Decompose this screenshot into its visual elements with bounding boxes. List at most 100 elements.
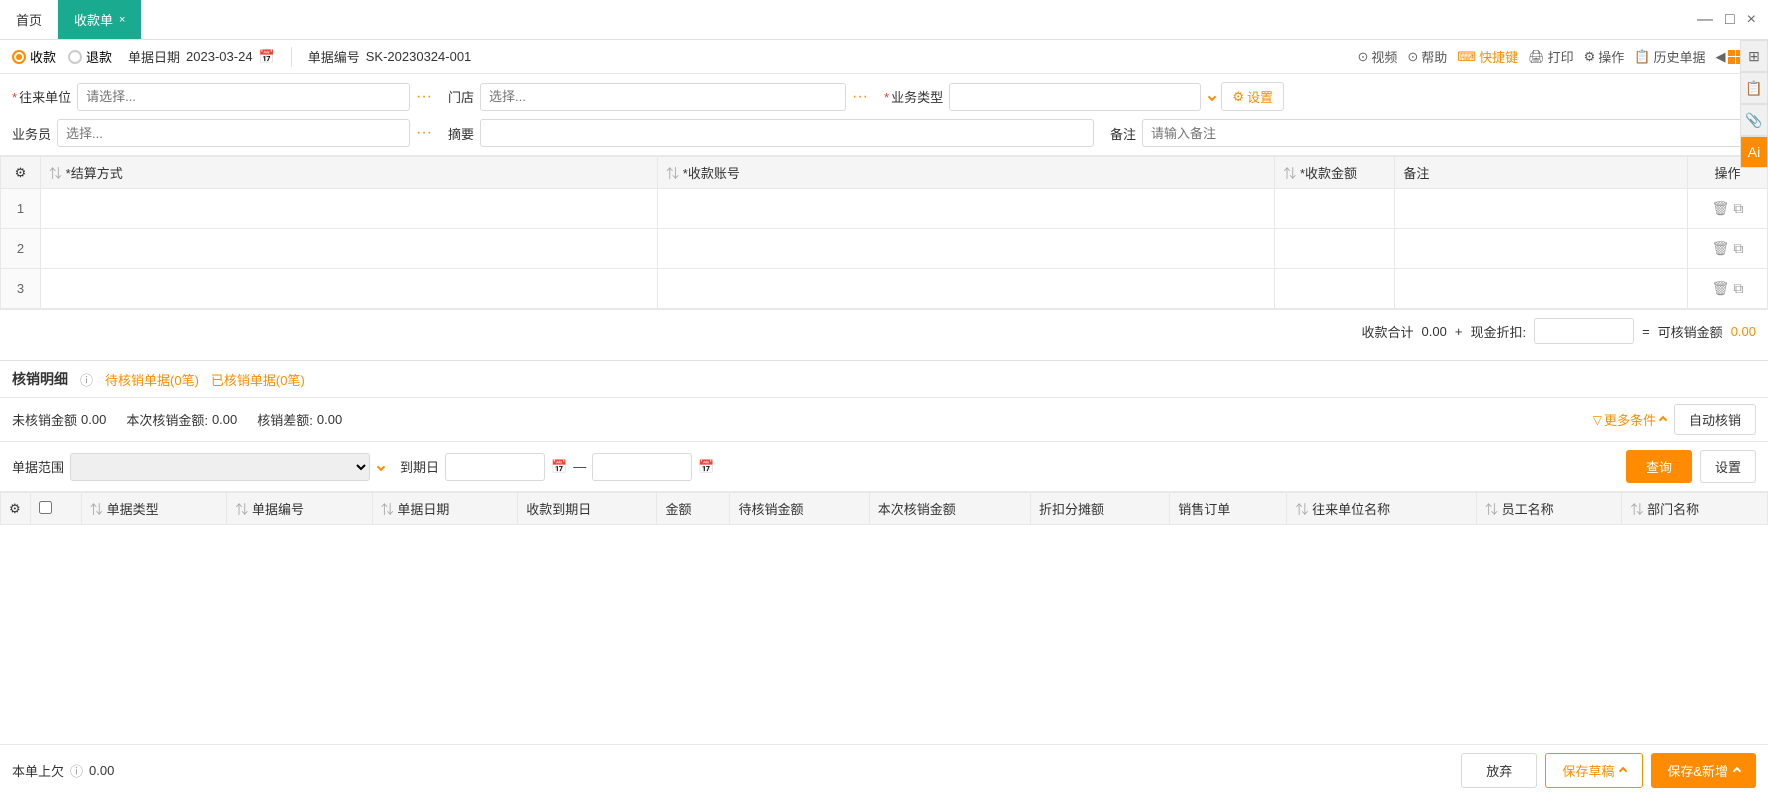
home-tab[interactable]: 首页 xyxy=(0,0,58,39)
row-3-copy-button[interactable]: ⧉ xyxy=(1733,280,1743,297)
store-label: 门店 xyxy=(448,87,474,106)
sidebar-icon-2[interactable]: 📋 xyxy=(1740,72,1768,104)
gear-icon-detail[interactable]: ⚙ xyxy=(9,501,21,516)
staff-field: 业务员 ··· xyxy=(12,119,432,147)
sort-icon[interactable]: ⇅ xyxy=(381,502,394,517)
toolbar: 收款 退款 单据日期 2023-03-24 📅 单据编号 SK-20230324… xyxy=(0,40,1768,74)
staff-more-icon[interactable]: ··· xyxy=(416,125,432,141)
save-new-button[interactable]: 保存&新增 xyxy=(1651,753,1756,788)
history-button[interactable]: 📋 历史单据 xyxy=(1634,47,1705,66)
sort-icon[interactable]: ⇅ xyxy=(49,166,62,181)
row-2-copy-button[interactable]: ⧉ xyxy=(1733,240,1743,257)
date-start-input[interactable]: 2022-04-01 xyxy=(445,453,545,481)
radio-tuikuan-label: 退款 xyxy=(86,47,112,66)
equals-sign: = xyxy=(1642,324,1650,339)
row-3-amount[interactable] xyxy=(1275,269,1395,309)
nav-prev-icon[interactable]: ◀ xyxy=(1715,49,1725,65)
partner-input[interactable] xyxy=(77,83,410,111)
help-button[interactable]: ⊙ 帮助 xyxy=(1407,47,1447,66)
diff-value: 0.00 xyxy=(317,412,342,427)
row-2-remark[interactable] xyxy=(1395,229,1688,269)
sort-icon[interactable]: ⇅ xyxy=(235,502,248,517)
remark-input[interactable] xyxy=(1142,119,1756,147)
th-dept-name: ⇅ 部门名称 xyxy=(1622,493,1768,525)
row-3-account[interactable] xyxy=(658,269,1275,309)
sort-icon[interactable]: ⇅ xyxy=(1295,502,1308,517)
business-input[interactable]: 预收款 xyxy=(949,83,1201,111)
store-input[interactable] xyxy=(480,83,846,111)
row-3-delete-button[interactable]: 🗑 xyxy=(1712,280,1730,297)
verification-info-icon[interactable]: ⓘ xyxy=(80,370,93,389)
tab-close-icon[interactable]: × xyxy=(119,14,125,26)
row-1-account[interactable] xyxy=(658,189,1275,229)
filter-range-select[interactable] xyxy=(70,453,370,481)
query-button[interactable]: 查询 xyxy=(1626,450,1692,483)
info-circle-icon[interactable]: ⓘ xyxy=(70,761,83,780)
sidebar-icon-1[interactable]: ⊞ xyxy=(1740,40,1768,72)
toolbar-divider-1 xyxy=(291,47,292,67)
discard-button[interactable]: 放弃 xyxy=(1461,753,1537,788)
business-dropdown-icon[interactable] xyxy=(1208,92,1216,100)
verification-filter-row: 单据范围 到期日 2022-04-01 📅 — 2022-04-12 📅 查询 xyxy=(0,442,1768,492)
row-3-pay-method[interactable] xyxy=(41,269,658,309)
th-amount-label: *收款金额 xyxy=(1300,166,1357,181)
sidebar-icon-3[interactable]: 📎 xyxy=(1740,104,1768,136)
operate-button[interactable]: ⚙ 操作 xyxy=(1584,47,1625,66)
history-icon: 📋 xyxy=(1634,49,1650,65)
sidebar-icon-4[interactable]: Ai xyxy=(1740,136,1768,168)
clearable-label: 可核销金额 xyxy=(1658,322,1723,341)
row-2-delete-button[interactable]: 🗑 xyxy=(1712,240,1730,257)
sort-icon-3[interactable]: ⇅ xyxy=(1283,166,1296,181)
th-account-label: *收款账号 xyxy=(683,166,740,181)
number-field: 单据编号 SK-20230324-001 xyxy=(308,47,472,66)
table-row: 1 🗑 ⧉ xyxy=(1,189,1768,229)
auto-clear-button[interactable]: 自动核销 xyxy=(1674,404,1756,435)
partner-more-icon[interactable]: ··· xyxy=(416,89,432,105)
th-sales-order: 销售订单 xyxy=(1170,493,1287,525)
radio-tuikuan[interactable]: 退款 xyxy=(68,47,112,66)
window-close-button[interactable]: × xyxy=(1743,7,1760,33)
setting-button[interactable]: ⚙ 设置 xyxy=(1221,82,1284,111)
pending-tab-link[interactable]: 待核销单据(0笔) xyxy=(105,370,199,389)
discount-input[interactable] xyxy=(1534,318,1634,344)
row-2-account[interactable] xyxy=(658,229,1275,269)
store-more-icon[interactable]: ··· xyxy=(852,89,868,105)
radio-shoukuan[interactable]: 收款 xyxy=(12,47,56,66)
calendar-icon[interactable]: 📅 xyxy=(259,49,275,65)
summary-input[interactable] xyxy=(480,119,1094,147)
date-range: 2022-04-01 📅 — 2022-04-12 📅 xyxy=(445,453,714,481)
window-maximize-button[interactable]: □ xyxy=(1721,7,1739,33)
shortcut-button[interactable]: ⌨ 快捷键 xyxy=(1457,47,1518,66)
th-doc-type: ⇅ 单据类型 xyxy=(81,493,226,525)
gear-icon[interactable]: ⚙ xyxy=(15,165,27,180)
table-row: 3 🗑 ⧉ xyxy=(1,269,1768,309)
select-all-checkbox[interactable] xyxy=(39,501,52,514)
row-1-remark[interactable] xyxy=(1395,189,1688,229)
date-field: 单据日期 2023-03-24 📅 xyxy=(128,47,275,66)
row-1-pay-method[interactable] xyxy=(41,189,658,229)
sort-icon[interactable]: ⇅ xyxy=(90,502,103,517)
save-draft-button[interactable]: 保存草稿 xyxy=(1545,753,1643,788)
sort-icon-2[interactable]: ⇅ xyxy=(666,166,679,181)
toolbar-right: ⊙ 视频 ⊙ 帮助 ⌨ 快捷键 🖨 打印 ⚙ 操作 📋 历史单据 xyxy=(1357,46,1756,67)
print-button[interactable]: 🖨 打印 xyxy=(1528,47,1574,66)
calendar-icon-start[interactable]: 📅 xyxy=(551,459,567,475)
save-draft-chevron-icon xyxy=(1619,766,1627,774)
sort-icon[interactable]: ⇅ xyxy=(1630,502,1643,517)
row-2-pay-method[interactable] xyxy=(41,229,658,269)
date-end-input[interactable]: 2022-04-12 xyxy=(592,453,692,481)
row-2-amount[interactable] xyxy=(1275,229,1395,269)
row-3-remark[interactable] xyxy=(1395,269,1688,309)
row-1-copy-button[interactable]: ⧉ xyxy=(1733,200,1743,217)
filter-settings-button[interactable]: 设置 xyxy=(1700,450,1756,483)
window-minimize-button[interactable]: — xyxy=(1693,7,1717,33)
staff-input[interactable] xyxy=(57,119,410,147)
sort-icon[interactable]: ⇅ xyxy=(1485,502,1498,517)
done-tab-link[interactable]: 已核销单据(0笔) xyxy=(211,370,305,389)
receipt-tab[interactable]: 收款单 × xyxy=(58,0,141,39)
more-conditions-button[interactable]: ▽ 更多条件 xyxy=(1593,410,1666,429)
calendar-icon-end[interactable]: 📅 xyxy=(698,459,714,475)
row-1-delete-button[interactable]: 🗑 xyxy=(1712,200,1730,217)
row-1-amount[interactable] xyxy=(1275,189,1395,229)
video-button[interactable]: ⊙ 视频 xyxy=(1357,47,1397,66)
